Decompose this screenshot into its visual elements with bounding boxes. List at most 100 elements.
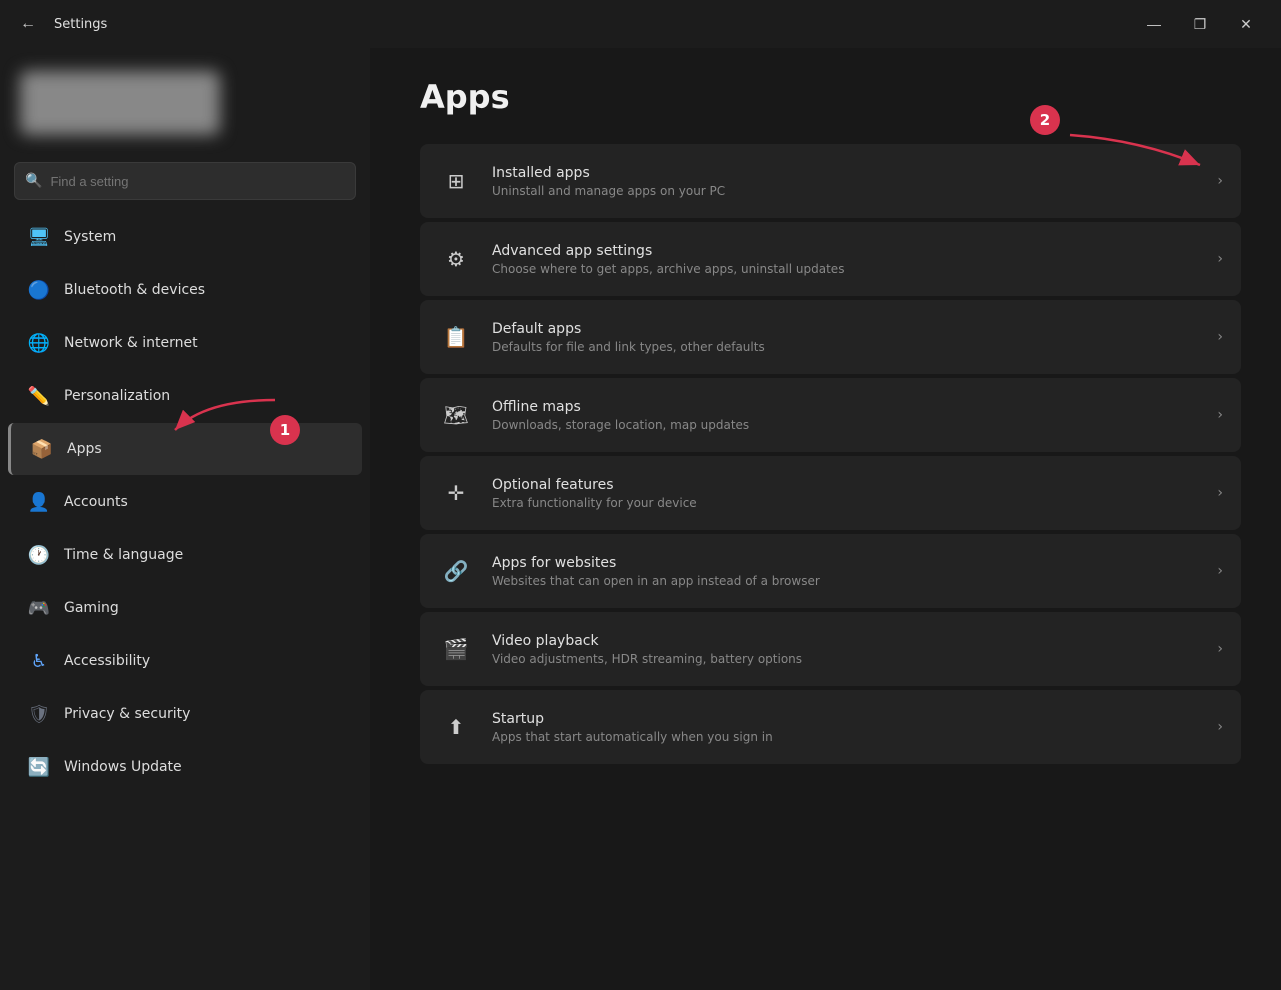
offline-maps-text: Offline maps Downloads, storage location,… (492, 399, 1199, 432)
advanced-app-settings-text: Advanced app settings Choose where to get… (492, 243, 1199, 276)
sidebar-item-label-system: System (64, 229, 116, 245)
settings-item-installed-apps[interactable]: ⊞ Installed apps Uninstall and manage apps… (420, 144, 1241, 218)
settings-list: ⊞ Installed apps Uninstall and manage apps… (420, 144, 1241, 764)
apps-for-websites-description: Websites that can open in an app instead… (492, 574, 1199, 588)
apps-icon: 📦 (31, 438, 53, 460)
installed-apps-icon: ⊞ (438, 163, 474, 199)
sidebar-item-label-time: Time & language (64, 547, 183, 563)
maximize-button[interactable]: ❐ (1177, 8, 1223, 40)
apps-for-websites-chevron-icon: › (1217, 563, 1223, 579)
sidebar: 🔍 🖥 System 🔵Bluetooth & devices 🌐 Network & … (0, 48, 370, 990)
app-title: Settings (54, 17, 107, 32)
advanced-app-settings-icon: ⚙ (438, 241, 474, 277)
sidebar-search: 🔍 (0, 158, 370, 210)
back-button[interactable]: ← (12, 8, 44, 40)
apps-for-websites-title: Apps for websites (492, 555, 1199, 571)
sidebar-item-update[interactable]: 🔄 Windows Update (8, 741, 362, 793)
accounts-icon: 👤 (28, 491, 50, 513)
startup-icon: ⬆ (438, 709, 474, 745)
installed-apps-title: Installed apps (492, 165, 1199, 181)
title-bar: ← Settings — ❐ ✕ (0, 0, 1281, 48)
offline-maps-chevron-icon: › (1217, 407, 1223, 423)
sidebar-item-label-personalization: Personalization (64, 388, 170, 404)
sidebar-item-label-network: Network & internet (64, 335, 198, 351)
close-button[interactable]: ✕ (1223, 8, 1269, 40)
sidebar-item-gaming[interactable]: 🎮 Gaming (8, 582, 362, 634)
installed-apps-text: Installed apps Uninstall and manage apps … (492, 165, 1199, 198)
installed-apps-chevron-icon: › (1217, 173, 1223, 189)
sidebar-item-label-update: Windows Update (64, 759, 182, 775)
sidebar-item-bluetooth[interactable]: 🔵Bluetooth & devices (8, 264, 362, 316)
installed-apps-description: Uninstall and manage apps on your PC (492, 184, 1199, 198)
settings-item-advanced-app-settings[interactable]: ⚙ Advanced app settings Choose where to ge… (420, 222, 1241, 296)
offline-maps-description: Downloads, storage location, map updates (492, 418, 1199, 432)
sidebar-item-accounts[interactable]: 👤 Accounts (8, 476, 362, 528)
sidebar-item-label-bluetooth: Bluetooth & devices (64, 282, 205, 298)
sidebar-item-network[interactable]: 🌐 Network & internet (8, 317, 362, 369)
minimize-button[interactable]: — (1131, 8, 1177, 40)
advanced-app-settings-chevron-icon: › (1217, 251, 1223, 267)
search-icon: 🔍 (25, 173, 42, 189)
default-apps-text: Default apps Defaults for file and link t… (492, 321, 1199, 354)
video-playback-description: Video adjustments, HDR streaming, batter… (492, 652, 1199, 666)
sidebar-item-label-accounts: Accounts (64, 494, 128, 510)
apps-for-websites-text: Apps for websites Websites that can open … (492, 555, 1199, 588)
settings-item-video-playback[interactable]: 🎬 Video playback Video adjustments, HDR st… (420, 612, 1241, 686)
settings-item-default-apps[interactable]: 📋 Default apps Defaults for file and link … (420, 300, 1241, 374)
search-input[interactable] (50, 174, 345, 189)
video-playback-icon: 🎬 (438, 631, 474, 667)
video-playback-text: Video playback Video adjustments, HDR str… (492, 633, 1199, 666)
privacy-icon: 🛡 (28, 703, 50, 725)
sidebar-item-label-accessibility: Accessibility (64, 653, 150, 669)
search-box[interactable]: 🔍 (14, 162, 356, 200)
sidebar-item-accessibility[interactable]: ♿ Accessibility (8, 635, 362, 687)
startup-chevron-icon: › (1217, 719, 1223, 735)
settings-item-optional-features[interactable]: ✛ Optional features Extra functionality fo… (420, 456, 1241, 530)
network-icon: 🌐 (28, 332, 50, 354)
sidebar-item-privacy[interactable]: 🛡 Privacy & security (8, 688, 362, 740)
time-icon: 🕐 (28, 544, 50, 566)
video-playback-title: Video playback (492, 633, 1199, 649)
advanced-app-settings-description: Choose where to get apps, archive apps, … (492, 262, 1199, 276)
sidebar-item-label-apps: Apps (67, 441, 102, 457)
sidebar-nav: 🖥 System 🔵Bluetooth & devices 🌐 Network & in… (0, 210, 370, 794)
advanced-app-settings-title: Advanced app settings (492, 243, 1199, 259)
sidebar-item-system[interactable]: 🖥 System (8, 211, 362, 263)
offline-maps-title: Offline maps (492, 399, 1199, 415)
settings-item-apps-for-websites[interactable]: 🔗Apps for websitesWebsites that can open… (420, 534, 1241, 608)
startup-text: Startup Apps that start automatically whe… (492, 711, 1199, 744)
default-apps-title: Default apps (492, 321, 1199, 337)
sidebar-item-personalization[interactable]: ✏️ Personalization (8, 370, 362, 422)
gaming-icon: 🎮 (28, 597, 50, 619)
default-apps-icon: 📋 (438, 319, 474, 355)
title-bar-left: ← Settings (12, 8, 1131, 40)
update-icon: 🔄 (28, 756, 50, 778)
avatar-blurred (20, 71, 220, 135)
sidebar-item-label-gaming: Gaming (64, 600, 119, 616)
offline-maps-icon: 🗺 (438, 397, 474, 433)
default-apps-description: Defaults for file and link types, other … (492, 340, 1199, 354)
optional-features-icon: ✛ (438, 475, 474, 511)
app-body: 🔍 🖥 System 🔵Bluetooth & devices 🌐 Network & … (0, 48, 1281, 990)
accessibility-icon: ♿ (28, 650, 50, 672)
sidebar-item-apps[interactable]: 📦 Apps (8, 423, 362, 475)
settings-item-startup[interactable]: ⬆ Startup Apps that start automatically wh… (420, 690, 1241, 764)
sidebar-avatar (0, 48, 370, 158)
annotation-1-circle: 1 (270, 415, 300, 445)
startup-description: Apps that start automatically when you s… (492, 730, 1199, 744)
optional-features-text: Optional features Extra functionality for… (492, 477, 1199, 510)
annotation-2-circle: 2 (1030, 105, 1060, 135)
sidebar-item-time[interactable]: 🕐 Time & language (8, 529, 362, 581)
sidebar-item-label-privacy: Privacy & security (64, 706, 190, 722)
optional-features-title: Optional features (492, 477, 1199, 493)
personalization-icon: ✏️ (28, 385, 50, 407)
page-title: Apps (420, 78, 1241, 116)
default-apps-chevron-icon: › (1217, 329, 1223, 345)
optional-features-chevron-icon: › (1217, 485, 1223, 501)
optional-features-description: Extra functionality for your device (492, 496, 1199, 510)
startup-title: Startup (492, 711, 1199, 727)
main-content: Apps ⊞ Installed apps Uninstall and manage… (370, 48, 1281, 990)
video-playback-chevron-icon: › (1217, 641, 1223, 657)
settings-item-offline-maps[interactable]: 🗺 Offline maps Downloads, storage location… (420, 378, 1241, 452)
system-icon: 🖥 (28, 226, 50, 248)
